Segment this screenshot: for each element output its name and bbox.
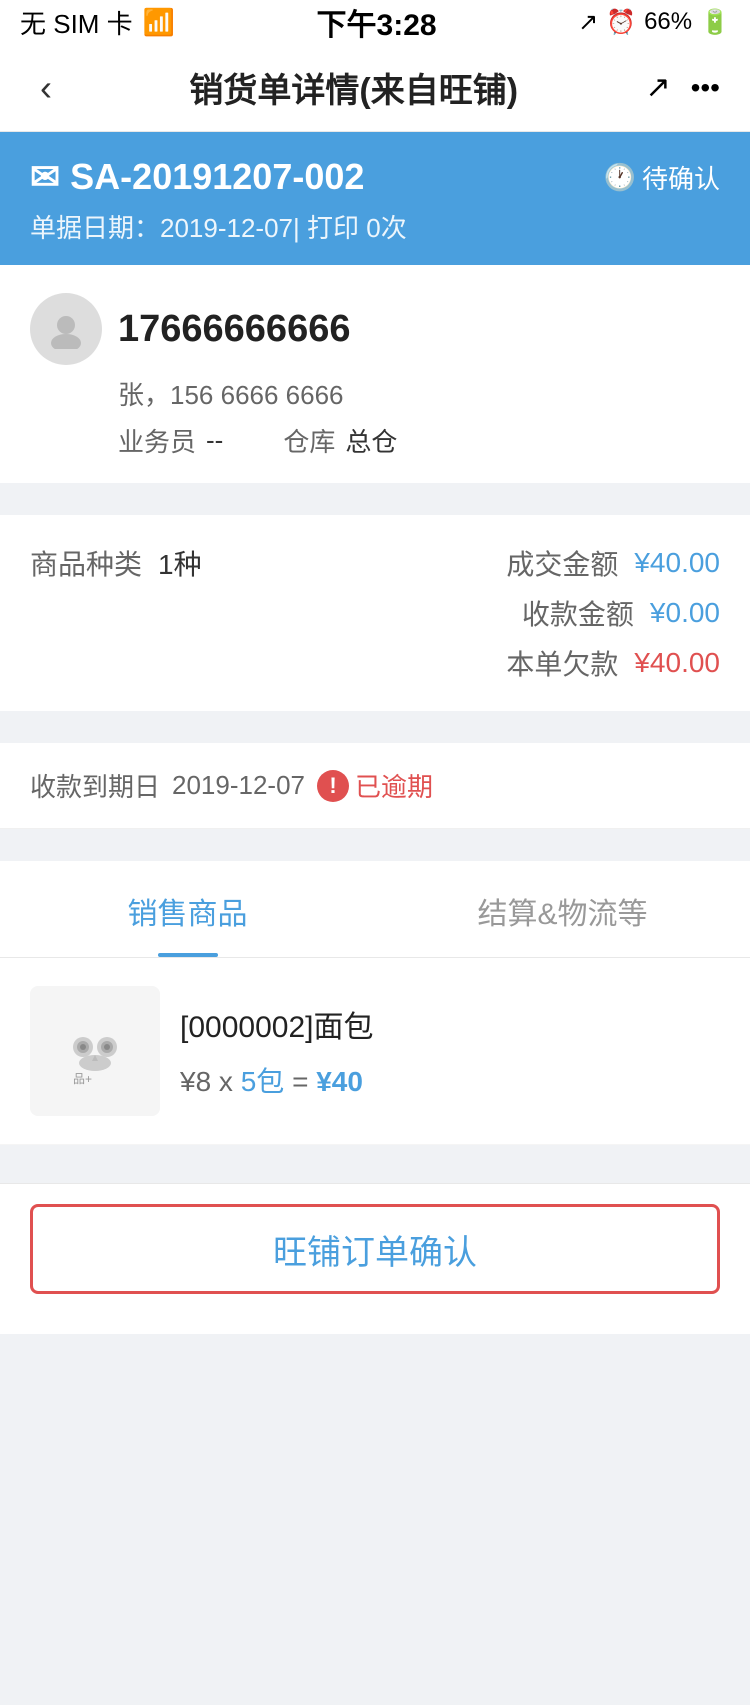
back-button[interactable]: ‹ (30, 57, 62, 119)
tabs: 销售商品 结算&物流等 (0, 861, 750, 958)
nav-actions: ↗ ••• (645, 70, 720, 105)
customer-name: 张，156 6666 6666 (30, 375, 720, 412)
order-date-row: 单据日期：2019-12-07| 打印 0次 (30, 208, 720, 245)
total-value: ¥40 (316, 1066, 363, 1097)
quantity-value: 5包 (241, 1066, 285, 1097)
status-bar: 无 SIM 卡 📶 下午3:28 ↗ ⏰ 66% 🔋 (0, 0, 750, 44)
product-price: ¥8 x 5包 = ¥40 (180, 1060, 720, 1100)
status-left: 无 SIM 卡 📶 (20, 4, 175, 41)
status-clock-icon: 🕐 (604, 162, 636, 193)
table-row: 品+ [0000002]面包 ¥8 x 5包 = ¥40 (0, 958, 750, 1145)
tab-products[interactable]: 销售商品 (0, 861, 375, 957)
alarm-icon: ⏰ (606, 8, 636, 37)
order-status: 🕐 待确认 (604, 159, 720, 196)
battery-label: 66% (644, 8, 692, 36)
customer-phone: 17666666666 (118, 308, 350, 351)
order-header: ✉ SA-20191207-002 🕐 待确认 单据日期：2019-12-07|… (0, 132, 750, 265)
page-title: 销货单详情(来自旺铺) (189, 63, 518, 112)
customer-meta: 业务员 -- 仓库 总仓 (30, 422, 720, 459)
carrier-label: 无 SIM 卡 (20, 4, 133, 41)
order-icon: ✉ (30, 156, 60, 198)
battery-icon: 🔋 (700, 8, 730, 37)
date-label: 单据日期： (30, 213, 160, 243)
bottom-spacer (0, 1545, 750, 1705)
print-count: 0 (366, 213, 380, 243)
owed-label: 本单欠款 (506, 643, 618, 683)
print-label: | 打印 (293, 213, 359, 243)
due-card: 收款到期日 2019-12-07 ! 已逾期 (0, 743, 750, 829)
product-thumbnail: 品+ (30, 986, 160, 1116)
status-text: 待确认 (642, 159, 720, 196)
overdue-text: 已逾期 (355, 767, 433, 804)
overdue-icon: ! (317, 770, 349, 802)
due-date: 2019-12-07 (172, 770, 305, 801)
divider1 (0, 499, 750, 515)
sales-label: 业务员 (118, 422, 196, 459)
divider3 (0, 845, 750, 861)
amount-value: ¥40.00 (634, 547, 720, 579)
received-value: ¥0.00 (650, 597, 720, 629)
bottom-bar: 旺铺订单确认 (0, 1183, 750, 1334)
owed-value: ¥40.00 (634, 647, 720, 679)
warehouse-meta: 仓库 总仓 (283, 422, 397, 459)
product-type-label: 商品种类 (30, 543, 142, 583)
date-value: 2019-12-07 (160, 213, 293, 243)
wifi-icon: 📶 (143, 7, 175, 38)
overdue-badge: ! 已逾期 (317, 767, 433, 804)
product-list: 品+ [0000002]面包 ¥8 x 5包 = ¥40 (0, 958, 750, 1145)
svg-text:品+: 品+ (73, 1072, 92, 1086)
received-row: 收款金额 ¥0.00 (522, 593, 720, 633)
more-button[interactable]: ••• (691, 72, 720, 104)
warehouse-value: 总仓 (345, 422, 397, 459)
customer-card: 17666666666 张，156 6666 6666 业务员 -- 仓库 总仓 (0, 265, 750, 483)
order-id: ✉ SA-20191207-002 (30, 156, 364, 198)
product-type-value: 1种 (158, 543, 202, 583)
amount-row: 成交金额 ¥40.00 (506, 543, 720, 583)
owed-row: 本单欠款 ¥40.00 (506, 643, 720, 683)
nav-bar: ‹ 销货单详情(来自旺铺) ↗ ••• (0, 44, 750, 132)
due-label: 收款到期日 (30, 767, 160, 804)
location-icon: ↗ (578, 8, 598, 37)
sales-meta: 业务员 -- (118, 422, 223, 459)
divider2 (0, 727, 750, 743)
status-time: 下午3:28 (317, 0, 437, 44)
warehouse-label: 仓库 (283, 422, 335, 459)
print-suffix: 次 (381, 213, 407, 243)
price-value: ¥8 (180, 1066, 211, 1097)
received-label: 收款金额 (522, 593, 634, 633)
summary-left: 商品种类 1种 (30, 543, 202, 583)
confirm-order-button[interactable]: 旺铺订单确认 (30, 1204, 720, 1294)
customer-row1: 17666666666 (30, 293, 720, 365)
avatar (30, 293, 102, 365)
summary-card: 商品种类 1种 成交金额 ¥40.00 收款金额 ¥0.00 本单欠款 ¥40.… (0, 515, 750, 711)
amount-label: 成交金额 (506, 543, 618, 583)
product-info: [0000002]面包 ¥8 x 5包 = ¥40 (180, 1002, 720, 1100)
order-id-text: SA-20191207-002 (70, 156, 364, 198)
tab-settlement[interactable]: 结算&物流等 (375, 861, 750, 957)
share-button[interactable]: ↗ (645, 70, 670, 105)
product-name: [0000002]面包 (180, 1002, 720, 1046)
status-right: ↗ ⏰ 66% 🔋 (578, 8, 730, 37)
summary-right: 成交金额 ¥40.00 收款金额 ¥0.00 本单欠款 ¥40.00 (506, 543, 720, 683)
sales-value: -- (206, 425, 223, 456)
